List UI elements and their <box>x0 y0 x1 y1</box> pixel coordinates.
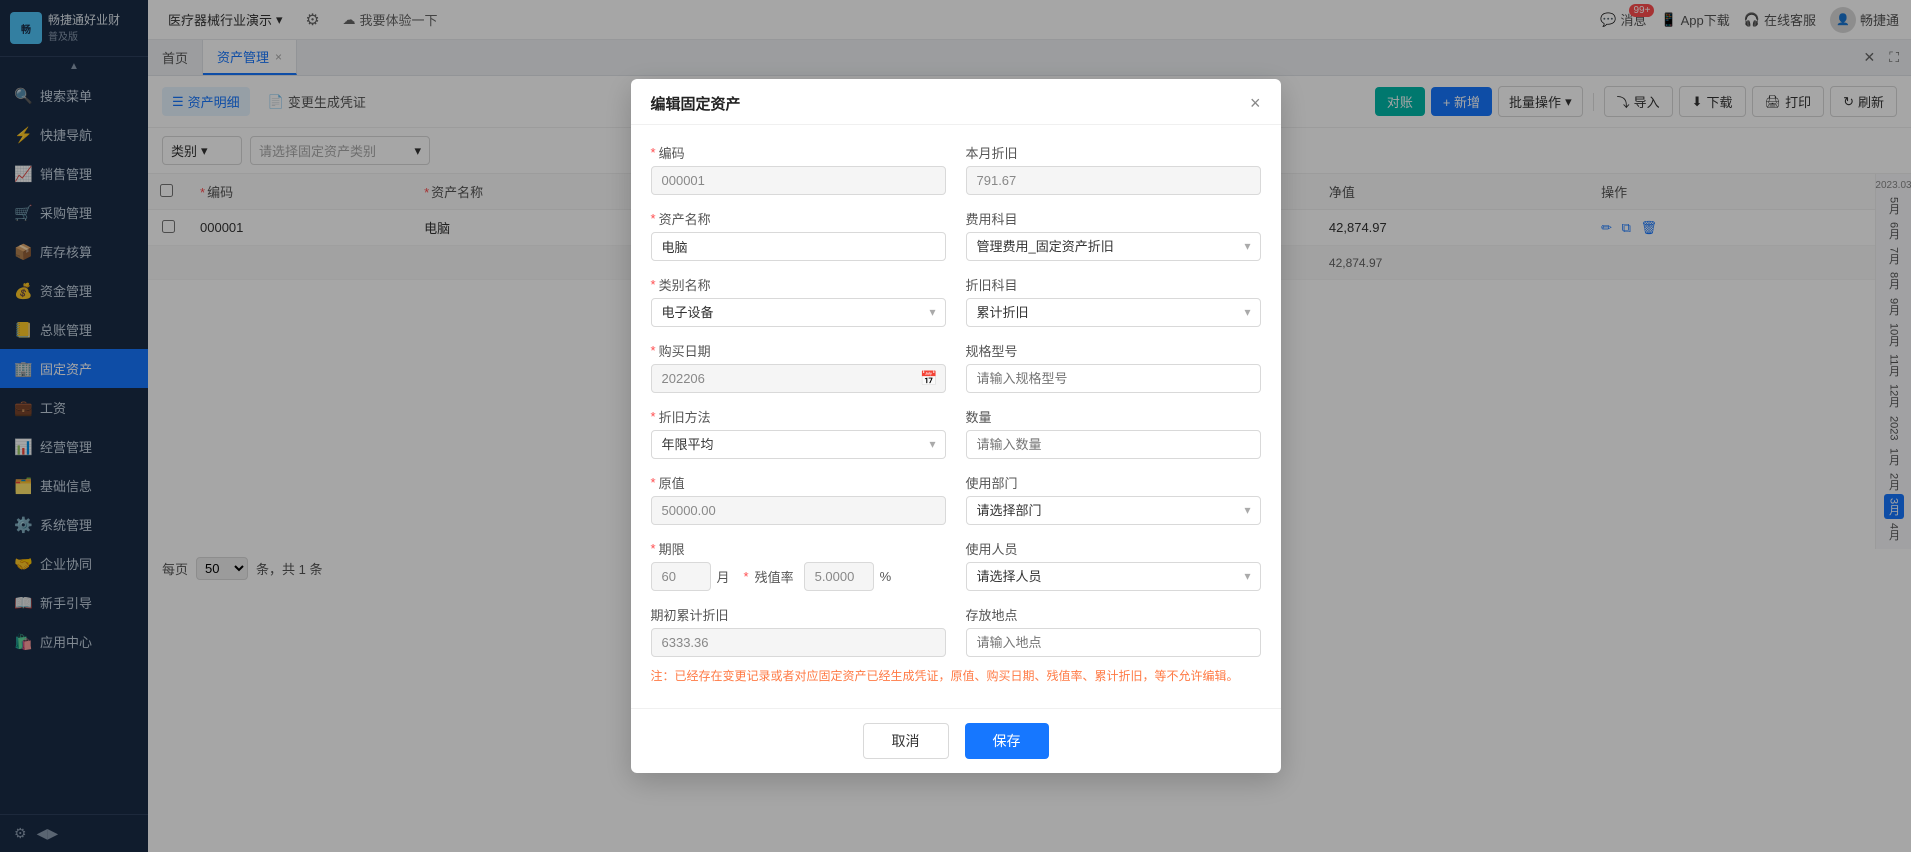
purchase-date-input[interactable] <box>651 364 946 393</box>
field-dep-subject: 折旧科目 累计折旧 <box>966 275 1261 327</box>
field-period: * 期限 月 * 残值率 % <box>651 539 946 591</box>
dep-subject-label: 折旧科目 <box>966 275 1261 294</box>
code-label: * 编码 <box>651 143 946 162</box>
location-input[interactable] <box>966 628 1261 657</box>
spec-input[interactable] <box>966 364 1261 393</box>
dept-wrapper: 请选择部门 <box>966 496 1261 525</box>
period-unit: 月 <box>717 567 730 586</box>
period-input[interactable] <box>651 562 711 591</box>
residual-unit: % <box>880 569 892 584</box>
category-label: * 类别名称 <box>651 275 946 294</box>
cancel-button[interactable]: 取消 <box>863 723 949 759</box>
user-wrapper: 请选择人员 <box>966 562 1261 591</box>
field-original-value: * 原值 <box>651 473 946 525</box>
field-code: * 编码 <box>651 143 946 195</box>
quantity-input[interactable] <box>966 430 1261 459</box>
calendar-icon[interactable]: 📅 <box>920 370 937 387</box>
modal-close-button[interactable]: × <box>1250 94 1261 112</box>
user-label: 使用人员 <box>966 539 1261 558</box>
asset-name-input[interactable] <box>651 232 946 261</box>
modal-note: 注：已经存在变更记录或者对应固定资产已经生成凭证，原值、购买日期、残值率、累计折… <box>651 657 1261 690</box>
code-input[interactable] <box>651 166 946 195</box>
purchase-date-label: * 购买日期 <box>651 341 946 360</box>
modal-footer: 取消 保存 <box>631 708 1281 773</box>
field-purchase-date: * 购买日期 📅 <box>651 341 946 393</box>
modal-title: 编辑固定资产 <box>651 93 741 114</box>
modal-header: 编辑固定资产 × <box>631 79 1281 125</box>
category-wrapper: 电子设备 <box>651 298 946 327</box>
form-grid: * 编码 本月折旧 * 资产名称 <box>651 143 1261 657</box>
field-dep-method: * 折旧方法 年限平均 <box>651 407 946 459</box>
field-user: 使用人员 请选择人员 <box>966 539 1261 591</box>
modal-body: * 编码 本月折旧 * 资产名称 <box>631 125 1281 708</box>
field-spec: 规格型号 <box>966 341 1261 393</box>
original-value-label: * 原值 <box>651 473 946 492</box>
dep-subject-wrapper: 累计折旧 <box>966 298 1261 327</box>
dep-method-wrapper: 年限平均 <box>651 430 946 459</box>
residual-star: * <box>744 569 749 584</box>
field-location: 存放地点 <box>966 605 1261 657</box>
initial-accum-label: 期初累计折旧 <box>651 605 946 624</box>
user-select[interactable]: 请选择人员 <box>966 562 1261 591</box>
period-row: 月 * 残值率 % <box>651 562 946 591</box>
field-dept: 使用部门 请选择部门 <box>966 473 1261 525</box>
field-expense-subject: 费用科目 管理费用_固定资产折旧 <box>966 209 1261 261</box>
field-initial-accum: 期初累计折旧 <box>651 605 946 657</box>
modal-overlay: 编辑固定资产 × * 编码 本月折旧 <box>0 0 1911 852</box>
dep-method-label: * 折旧方法 <box>651 407 946 426</box>
residual-rate-input[interactable] <box>804 562 874 591</box>
field-category: * 类别名称 电子设备 <box>651 275 946 327</box>
edit-asset-modal: 编辑固定资产 × * 编码 本月折旧 <box>631 79 1281 773</box>
location-label: 存放地点 <box>966 605 1261 624</box>
field-quantity: 数量 <box>966 407 1261 459</box>
purchase-date-wrapper: 📅 <box>651 364 946 393</box>
asset-name-label: * 资产名称 <box>651 209 946 228</box>
monthly-dep-label: 本月折旧 <box>966 143 1261 162</box>
expense-subject-select[interactable]: 管理费用_固定资产折旧 <box>966 232 1261 261</box>
dept-select[interactable]: 请选择部门 <box>966 496 1261 525</box>
dep-subject-select[interactable]: 累计折旧 <box>966 298 1261 327</box>
dept-label: 使用部门 <box>966 473 1261 492</box>
residual-rate-label: 残值率 <box>755 567 794 586</box>
field-asset-name: * 资产名称 <box>651 209 946 261</box>
quantity-label: 数量 <box>966 407 1261 426</box>
initial-accum-input[interactable] <box>651 628 946 657</box>
category-select[interactable]: 电子设备 <box>651 298 946 327</box>
monthly-dep-input[interactable] <box>966 166 1261 195</box>
expense-subject-wrapper: 管理费用_固定资产折旧 <box>966 232 1261 261</box>
period-label: * 期限 <box>651 539 946 558</box>
original-value-input[interactable] <box>651 496 946 525</box>
field-monthly-dep: 本月折旧 <box>966 143 1261 195</box>
expense-subject-label: 费用科目 <box>966 209 1261 228</box>
save-button[interactable]: 保存 <box>965 723 1049 759</box>
dep-method-select[interactable]: 年限平均 <box>651 430 946 459</box>
spec-label: 规格型号 <box>966 341 1261 360</box>
